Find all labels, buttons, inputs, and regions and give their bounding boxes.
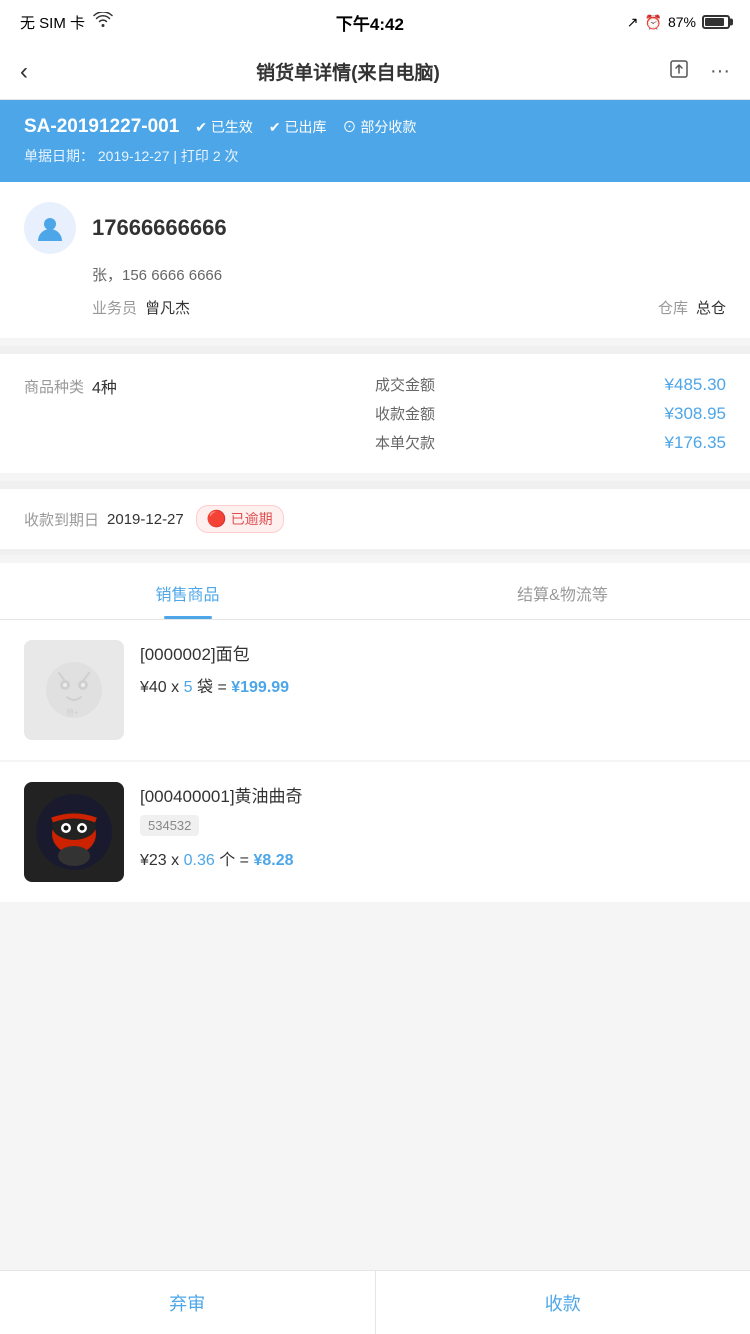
tab-settlement[interactable]: 结算&物流等 [375,563,750,619]
product-qty-1: 5 [184,679,193,696]
stats-right: 成交金额 ¥485.30 收款金额 ¥308.95 本单欠款 ¥176.35 [375,374,726,453]
status-right: ↗ ⏰ 87% [627,14,730,31]
customer-id: 17666666666 [92,215,227,241]
customer-meta: 业务员 曾凡杰 仓库 总仓 [24,297,726,318]
tabs-section: 销售商品 结算&物流等 [0,563,750,620]
header-date-row: 单据日期： 2019-12-27 | 打印 2 次 [24,146,726,166]
stats-section: 商品种类 4种 成交金额 ¥485.30 收款金额 ¥308.95 本单欠款 ¥… [0,354,750,473]
product-total-2: ¥8.28 [253,852,293,869]
due-date-value: 2019-12-27 [107,511,184,528]
date-label: 单据日期： [24,148,94,164]
product-price-2: ¥23 x 0.36 个 = ¥8.28 [140,846,726,870]
product-item-2: [000400001]黄油曲奇 534532 ¥23 x 0.36 个 = ¥8… [0,762,750,902]
nav-bar: ‹ 销货单详情(来自电脑) ··· [0,44,750,100]
product-info-2: [000400001]黄油曲奇 534532 ¥23 x 0.36 个 = ¥8… [140,782,726,870]
bottom-spacer [0,904,750,984]
warehouse-label: 仓库 [658,297,688,318]
stats-left: 商品种类 4种 [24,374,375,398]
type-label: 商品种类 [24,376,84,397]
print-info: | 打印 2 次 [173,148,238,164]
badge-effective: ✔ 已生效 [195,117,253,137]
separator2 [0,481,750,489]
customer-section: 17666666666 张，156 6666 6666 业务员 曾凡杰 仓库 总… [0,182,750,338]
page-title: 销货单详情(来自电脑) [256,58,440,85]
due-section: 收款到期日 2019-12-27 🔴 已逾期 [0,489,750,555]
battery-percent: 87% [668,14,696,30]
receipt-label: 收款金额 [375,403,435,424]
overdue-icon: 🔴 [207,509,227,529]
due-label: 收款到期日 [24,509,99,530]
alarm-icon: ⏰ [645,14,662,31]
header-banner: SA-20191227-001 ✔ 已生效 ✔ 已出库 ⊙ 部分收款 单据日期：… [0,100,750,182]
receipt-value: ¥308.95 [665,404,726,424]
product-tag-2: 534532 [140,815,199,836]
status-time: 下午4:42 [336,10,404,35]
debt-label: 本单欠款 [375,432,435,453]
debt-value: ¥176.35 [665,433,726,453]
wifi-icon [93,12,113,32]
warehouse-value: 总仓 [696,297,726,318]
overdue-badge: 🔴 已逾期 [196,505,284,533]
sales-label: 业务员 [92,297,137,318]
product-item: 兽+ [0000002]面包 ¥40 x 5 袋 = ¥199.99 [0,620,750,760]
debt-row: 本单欠款 ¥176.35 [375,432,726,453]
amount-value: ¥485.30 [665,375,726,395]
separator1 [0,346,750,354]
receipt-row: 收款金额 ¥308.95 [375,403,726,424]
battery-icon [702,15,730,29]
amount-label: 成交金额 [375,374,435,395]
share-icon[interactable] [668,58,690,86]
product-image-1: 兽+ [24,640,124,740]
product-name-1: [0000002]面包 [140,640,726,665]
product-total-1: ¥199.99 [231,679,289,696]
customer-row: 17666666666 [24,202,726,254]
tab-sales-products[interactable]: 销售商品 [0,563,375,619]
product-price-1: ¥40 x 5 袋 = ¥199.99 [140,673,726,697]
carrier-label: 无 SIM 卡 [20,12,85,33]
nav-actions: ··· [668,58,730,86]
product-list: 兽+ [0000002]面包 ¥40 x 5 袋 = ¥199.99 [0,620,750,902]
header-row1: SA-20191227-001 ✔ 已生效 ✔ 已出库 ⊙ 部分收款 [24,116,726,138]
back-button[interactable]: ‹ [20,58,28,86]
badge-shipped: ✔ 已出库 [269,117,327,137]
date-value: 2019-12-27 [98,148,170,164]
order-id: SA-20191227-001 [24,116,179,138]
type-value: 4种 [92,374,117,398]
collect-button[interactable]: 收款 [376,1271,750,1334]
status-left: 无 SIM 卡 [20,12,113,33]
avatar [24,202,76,254]
customer-sub: 张，156 6666 6666 [24,264,726,285]
product-image-2 [24,782,124,882]
location-icon: ↗ [627,14,639,31]
product-name-2: [000400001]黄油曲奇 [140,782,726,807]
more-icon[interactable]: ··· [710,60,730,83]
sales-value: 曾凡杰 [145,297,190,318]
bottom-bar: 弃审 收款 [0,1270,750,1334]
type-row: 商品种类 4种 [24,374,375,398]
product-qty-2: 0.36 [184,852,215,869]
amount-row: 成交金额 ¥485.30 [375,374,726,395]
product-info-1: [0000002]面包 ¥40 x 5 袋 = ¥199.99 [140,640,726,697]
svg-text:兽+: 兽+ [66,707,79,717]
overdue-label: 已逾期 [231,509,273,529]
badge-partial: ⊙ 部分收款 [343,117,417,137]
cancel-button[interactable]: 弃审 [0,1271,376,1334]
status-bar: 无 SIM 卡 下午4:42 ↗ ⏰ 87% [0,0,750,44]
